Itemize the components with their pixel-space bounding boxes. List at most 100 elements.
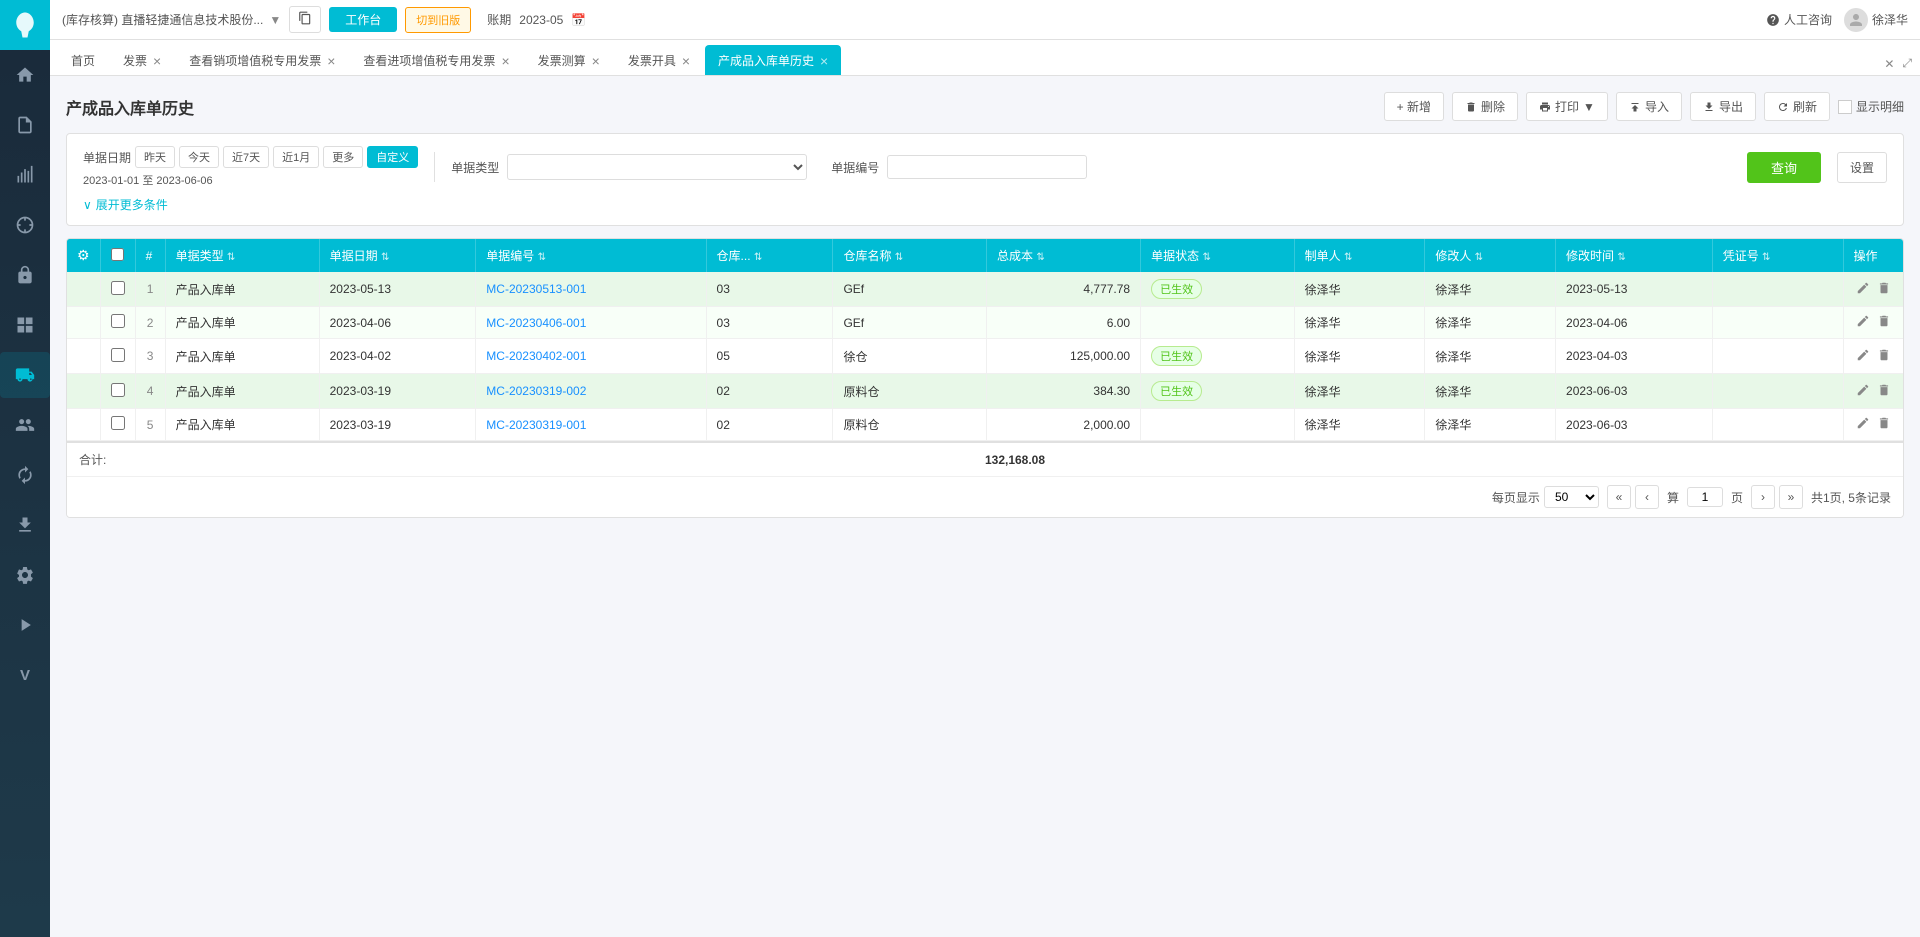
- edit-icon[interactable]: [1854, 386, 1875, 400]
- more-btn[interactable]: 更多: [323, 146, 363, 168]
- maximize-icon[interactable]: ⤢: [1902, 56, 1912, 71]
- page-number-input[interactable]: [1687, 487, 1723, 507]
- prev-page-btn[interactable]: ‹: [1635, 485, 1659, 509]
- per-page-select[interactable]: 10 20 50 100: [1544, 486, 1599, 508]
- column-voucher[interactable]: 凭证号 ⇅: [1712, 239, 1843, 272]
- column-creator[interactable]: 制单人 ⇅: [1294, 239, 1425, 272]
- row-code[interactable]: MC-20230406-001: [476, 307, 706, 339]
- row-code[interactable]: MC-20230319-002: [476, 374, 706, 409]
- column-wh-code[interactable]: 仓库... ⇅: [706, 239, 833, 272]
- tab-open[interactable]: 发票开具 ×: [615, 45, 703, 75]
- column-code[interactable]: 单据编号 ⇅: [476, 239, 706, 272]
- calendar-icon[interactable]: 📅: [571, 13, 586, 27]
- sidebar-item-download[interactable]: [0, 502, 50, 548]
- first-page-btn[interactable]: «: [1607, 485, 1631, 509]
- last1m-btn[interactable]: 近1月: [273, 146, 319, 168]
- row-action[interactable]: [1843, 272, 1903, 307]
- edit-icon[interactable]: [1854, 317, 1875, 331]
- query-button[interactable]: 查询: [1747, 152, 1821, 183]
- worktable-button[interactable]: 工作台: [329, 7, 397, 32]
- row-select-checkbox[interactable]: [111, 383, 125, 397]
- sidebar-item-flow[interactable]: [0, 202, 50, 248]
- tab-home[interactable]: 首页: [58, 45, 108, 75]
- row-select-checkbox[interactable]: [111, 281, 125, 295]
- column-settings[interactable]: ⚙: [67, 239, 100, 272]
- custom-btn[interactable]: 自定义: [367, 146, 418, 168]
- sidebar-item-chart[interactable]: [0, 152, 50, 198]
- sidebar-item-home[interactable]: [0, 52, 50, 98]
- row-checkbox[interactable]: [100, 409, 135, 441]
- new-button[interactable]: + 新增: [1384, 92, 1444, 121]
- edit-icon[interactable]: [1854, 351, 1875, 365]
- last-page-btn[interactable]: »: [1779, 485, 1803, 509]
- type-filter-select[interactable]: [507, 154, 807, 180]
- tab-invoice[interactable]: 发票 ×: [110, 45, 174, 75]
- row-checkbox[interactable]: [100, 307, 135, 339]
- column-checkbox[interactable]: [100, 239, 135, 272]
- edit-icon[interactable]: [1854, 419, 1875, 433]
- row-checkbox[interactable]: [100, 272, 135, 307]
- delete-icon[interactable]: [1875, 419, 1893, 433]
- sidebar-item-play[interactable]: [0, 602, 50, 648]
- export-button[interactable]: 导出: [1690, 92, 1756, 121]
- tab-sales-vat[interactable]: 查看销项增值税专用发票 ×: [176, 45, 348, 75]
- show-detail-toggle[interactable]: 显示明细: [1838, 98, 1904, 115]
- delete-icon[interactable]: [1875, 284, 1893, 298]
- column-modify-time[interactable]: 修改时间 ⇅: [1556, 239, 1713, 272]
- column-wh-name[interactable]: 仓库名称 ⇅: [833, 239, 987, 272]
- expand-conditions-btn[interactable]: ∨ 展开更多条件: [83, 196, 1887, 213]
- row-action[interactable]: [1843, 339, 1903, 374]
- row-code-link[interactable]: MC-20230319-001: [486, 418, 586, 432]
- print-button[interactable]: 打印 ▼: [1526, 92, 1608, 121]
- row-select-checkbox[interactable]: [111, 348, 125, 362]
- select-all-checkbox[interactable]: [111, 248, 124, 261]
- tab-open-close[interactable]: ×: [682, 54, 690, 68]
- row-code[interactable]: MC-20230319-001: [476, 409, 706, 441]
- company-dropdown-icon[interactable]: ▼: [269, 13, 281, 27]
- sidebar-item-lock[interactable]: [0, 252, 50, 298]
- yesterday-btn[interactable]: 昨天: [135, 146, 175, 168]
- refresh-button[interactable]: 刷新: [1764, 92, 1830, 121]
- show-detail-checkbox[interactable]: [1838, 100, 1852, 114]
- sidebar-item-doc[interactable]: [0, 102, 50, 148]
- last7-btn[interactable]: 近7天: [223, 146, 269, 168]
- sidebar-item-people[interactable]: [0, 402, 50, 448]
- today-btn[interactable]: 今天: [179, 146, 219, 168]
- setting-button[interactable]: 设置: [1837, 152, 1887, 183]
- help-button[interactable]: 人工咨询: [1766, 11, 1832, 28]
- row-code-link[interactable]: MC-20230406-001: [486, 316, 586, 330]
- sidebar-item-refresh[interactable]: [0, 452, 50, 498]
- delete-icon[interactable]: [1875, 386, 1893, 400]
- row-code[interactable]: MC-20230402-001: [476, 339, 706, 374]
- sidebar-item-v[interactable]: V: [0, 652, 50, 698]
- next-page-btn[interactable]: ›: [1751, 485, 1775, 509]
- row-action[interactable]: [1843, 374, 1903, 409]
- switch-version-button[interactable]: 切到旧版: [405, 7, 471, 33]
- delete-button[interactable]: 删除: [1452, 92, 1518, 121]
- tab-calc[interactable]: 发票测算 ×: [525, 45, 613, 75]
- copy-button[interactable]: [289, 6, 321, 33]
- tab-history-close[interactable]: ×: [820, 54, 828, 68]
- edit-icon[interactable]: [1854, 284, 1875, 298]
- column-cost[interactable]: 总成本 ⇅: [986, 239, 1140, 272]
- close-tab-icon[interactable]: ✕: [1884, 57, 1894, 71]
- tab-sales-vat-close[interactable]: ×: [327, 54, 335, 68]
- row-action[interactable]: [1843, 307, 1903, 339]
- tab-calc-close[interactable]: ×: [592, 54, 600, 68]
- delete-icon[interactable]: [1875, 351, 1893, 365]
- tab-history[interactable]: 产成品入库单历史 ×: [705, 45, 841, 75]
- print-dropdown-icon[interactable]: ▼: [1583, 100, 1595, 114]
- import-button[interactable]: 导入: [1616, 92, 1682, 121]
- column-modifier[interactable]: 修改人 ⇅: [1425, 239, 1556, 272]
- row-action[interactable]: [1843, 409, 1903, 441]
- row-code[interactable]: MC-20230513-001: [476, 272, 706, 307]
- row-code-link[interactable]: MC-20230402-001: [486, 349, 586, 363]
- row-select-checkbox[interactable]: [111, 314, 125, 328]
- row-checkbox[interactable]: [100, 374, 135, 409]
- sidebar-item-warehouse[interactable]: [0, 352, 50, 398]
- row-code-link[interactable]: MC-20230513-001: [486, 282, 586, 296]
- tab-invoice-close[interactable]: ×: [153, 54, 161, 68]
- delete-icon[interactable]: [1875, 317, 1893, 331]
- num-filter-input[interactable]: [887, 155, 1087, 179]
- user-menu[interactable]: 徐泽华: [1844, 8, 1908, 32]
